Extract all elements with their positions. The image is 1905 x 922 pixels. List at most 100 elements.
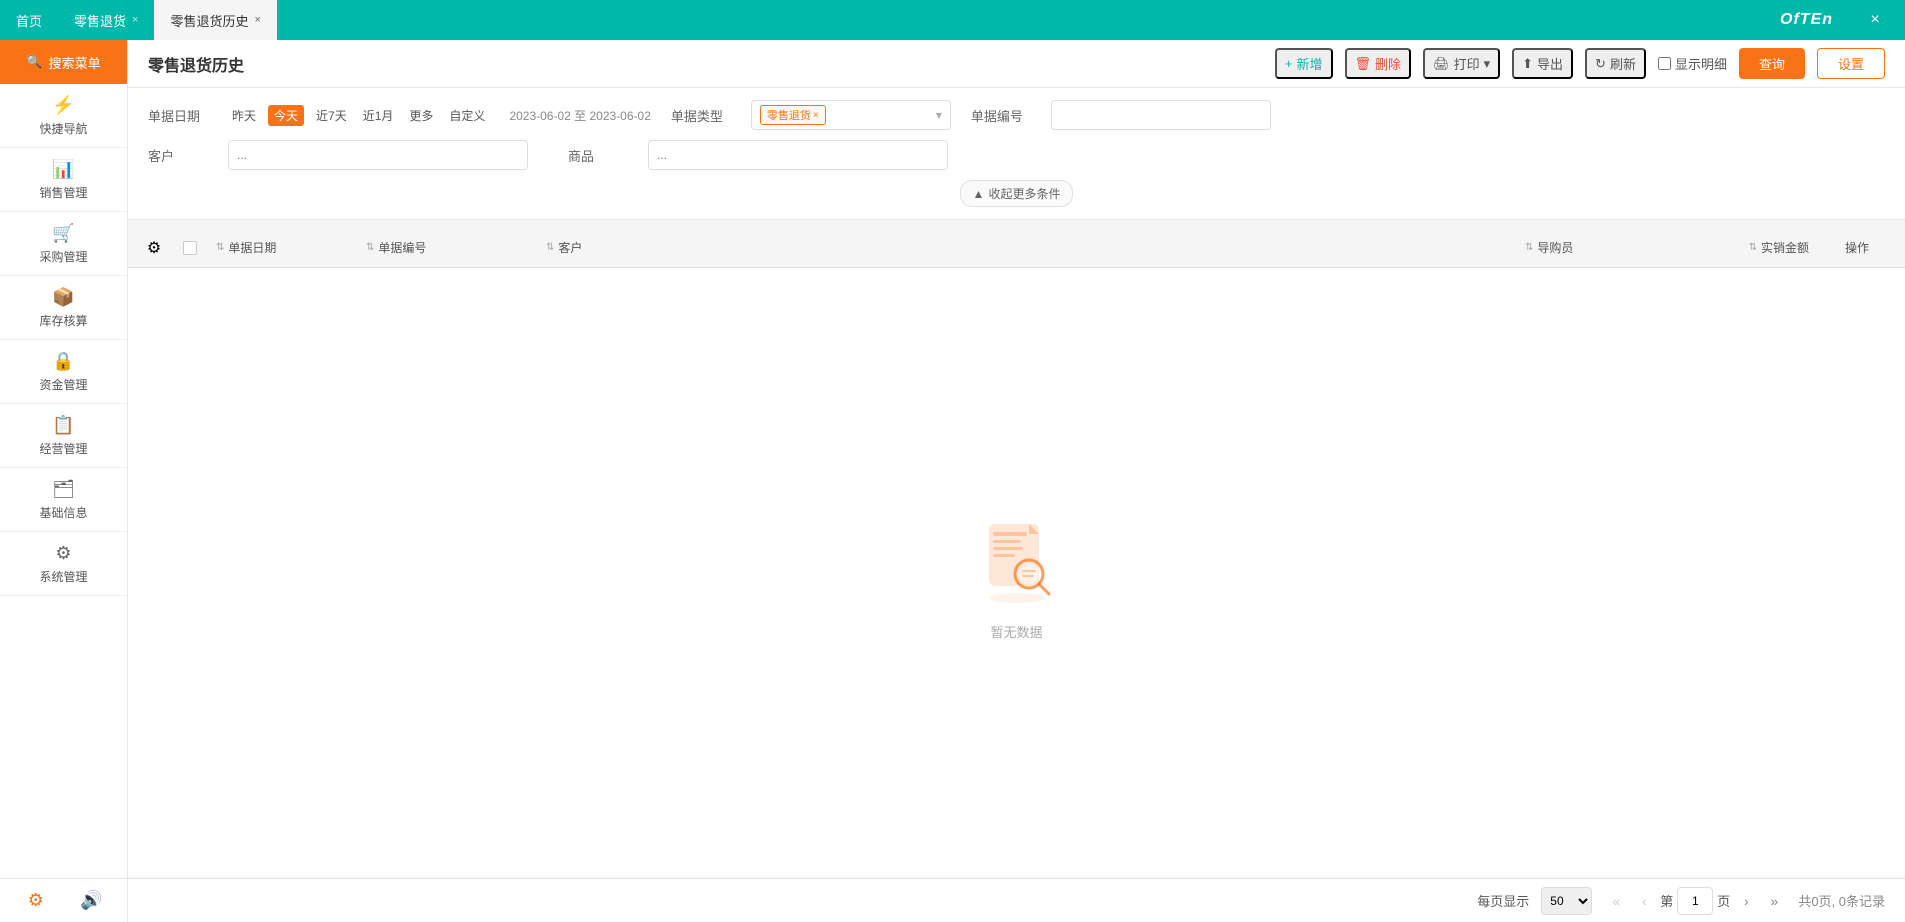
print-button[interactable]: 🖨 打印 ▾ (1423, 48, 1500, 79)
tab-retail-return[interactable]: 零售退货 × (58, 0, 154, 40)
print-icon: 🖨 (1433, 56, 1450, 72)
col-customer-sort-icon: ⇅ (546, 242, 554, 253)
sound-icon: 🔊 (80, 890, 102, 911)
print-label: 打印 (1454, 54, 1480, 73)
per-page-select[interactable]: 50 10 20 100 (1541, 887, 1592, 915)
table-settings-button[interactable]: ⚙ (136, 238, 172, 258)
capital-icon: 🔒 (52, 351, 74, 372)
date-opt-yesterday[interactable]: 昨天 (228, 105, 260, 126)
basic-info-icon: 🗂 (52, 479, 75, 500)
date-opt-last7[interactable]: 近7天 (312, 105, 351, 126)
tab-retail-return-history-close[interactable]: × (254, 14, 260, 26)
top-bar: 首页 零售退货 × 零售退货历史 × OfTEn × (0, 0, 1905, 40)
pagination-controls: « ‹ 第 页 › » (1604, 887, 1786, 915)
date-opt-last1m[interactable]: 近1月 (359, 105, 398, 126)
sidebar-gear-button[interactable]: ⚙ (20, 885, 52, 917)
bill-type-tag: 零售退货 × (760, 105, 826, 125)
bill-type-remove-icon[interactable]: × (813, 110, 819, 121)
page-last-button[interactable]: » (1762, 889, 1786, 913)
refresh-button[interactable]: ↻ 刷新 (1585, 48, 1646, 79)
print-arrow-icon: ▾ (1484, 56, 1491, 72)
show-detail-label: 显示明细 (1658, 54, 1727, 73)
customer-label: 客户 (148, 146, 208, 165)
table-header: ⚙ ⇅ 单据日期 ⇅ 单据编号 ⇅ 客户 ⇅ (128, 228, 1905, 268)
sidebar-item-capital-label: 资金管理 (39, 376, 87, 393)
sidebar-item-system[interactable]: ⚙ 系统管理 (0, 532, 127, 596)
per-page-label: 每页显示 (1477, 891, 1529, 910)
sidebar-item-purchase-mgmt[interactable]: 🛒 采购管理 (0, 212, 127, 276)
tab-home[interactable]: 首页 (0, 0, 58, 40)
search-icon: 🔍 (26, 54, 42, 70)
new-button[interactable]: + 新增 (1275, 48, 1333, 79)
bill-date-label: 单据日期 (148, 106, 208, 125)
delete-button[interactable]: 🗑 删除 (1345, 48, 1412, 79)
page-first-button[interactable]: « (1604, 889, 1628, 913)
goods-label: 商品 (568, 146, 628, 165)
table-footer: 每页显示 50 10 20 100 « ‹ 第 页 › » 共0页, 0条记录 (128, 878, 1905, 922)
date-opt-custom[interactable]: 自定义 (445, 105, 489, 126)
col-guide[interactable]: ⇅ 导购员 (1517, 239, 1677, 256)
bill-type-selector[interactable]: 零售退货 × ▾ (751, 100, 951, 130)
sidebar-item-sales-mgmt[interactable]: 📊 销售管理 (0, 148, 127, 212)
sidebar-item-basic-info-label: 基础信息 (39, 504, 87, 521)
sidebar-item-inventory-label: 库存核算 (39, 312, 87, 329)
page-next-button[interactable]: › (1734, 889, 1758, 913)
sidebar: 🔍 搜索菜单 ⚡ 快捷导航 📊 销售管理 🛒 采购管理 📦 库存核算 🔒 (0, 40, 128, 922)
sidebar-item-purchase-mgmt-label: 采购管理 (39, 248, 87, 265)
col-bill-no[interactable]: ⇅ 单据编号 (358, 239, 538, 256)
goods-input[interactable] (648, 140, 948, 170)
bill-no-label: 单据编号 (971, 106, 1031, 125)
page-total: 共0页, 0条记录 (1798, 891, 1885, 910)
page-prev-button[interactable]: ‹ (1632, 889, 1656, 913)
show-detail-text: 显示明细 (1675, 54, 1727, 73)
show-detail-checkbox[interactable] (1658, 57, 1671, 70)
query-button[interactable]: 查询 (1739, 48, 1805, 79)
sidebar-item-business-label: 经营管理 (39, 440, 87, 457)
close-window-button[interactable]: × (1861, 6, 1889, 34)
new-label: 新增 (1297, 54, 1323, 73)
export-button[interactable]: ⬆ 导出 (1512, 48, 1573, 79)
sidebar-item-quick-nav[interactable]: ⚡ 快捷导航 (0, 84, 127, 148)
filter-area: 单据日期 昨天 今天 近7天 近1月 更多 自定义 2023-06-02 至 2… (128, 88, 1905, 220)
sidebar-sound-button[interactable]: 🔊 (75, 885, 107, 917)
table-settings-icon: ⚙ (147, 238, 161, 258)
customer-input[interactable] (228, 140, 528, 170)
table-body: 暂无数据 (128, 268, 1905, 878)
tab-retail-return-history[interactable]: 零售退货历史 × (154, 0, 276, 40)
sidebar-menu: ⚡ 快捷导航 📊 销售管理 🛒 采购管理 📦 库存核算 🔒 资金管理 📋 (0, 84, 127, 878)
bill-no-input[interactable] (1051, 100, 1271, 130)
col-amount-sort-icon: ⇅ (1749, 242, 1757, 253)
col-guide-sort-icon: ⇅ (1525, 242, 1533, 253)
col-amount[interactable]: ⇅ 实销金额 (1677, 239, 1817, 256)
date-opt-today[interactable]: 今天 (268, 105, 304, 126)
gear-icon: ⚙ (28, 890, 44, 911)
date-options: 昨天 今天 近7天 近1月 更多 自定义 (228, 105, 489, 126)
date-opt-more[interactable]: 更多 (405, 105, 437, 126)
main-layout: 🔍 搜索菜单 ⚡ 快捷导航 📊 销售管理 🛒 采购管理 📦 库存核算 🔒 (0, 40, 1905, 922)
settings-button[interactable]: 设置 (1817, 48, 1885, 79)
sales-mgmt-icon: 📊 (52, 159, 74, 180)
sidebar-item-capital[interactable]: 🔒 资金管理 (0, 340, 127, 404)
col-bill-date[interactable]: ⇅ 单据日期 (208, 239, 358, 256)
sidebar-item-basic-info[interactable]: 🗂 基础信息 (0, 468, 127, 532)
page-input[interactable] (1677, 887, 1713, 915)
sidebar-search-button[interactable]: 🔍 搜索菜单 (0, 40, 127, 84)
empty-illustration (967, 506, 1067, 606)
collapse-button[interactable]: ▲ 收起更多条件 (960, 180, 1074, 207)
topbar-right: OfTEn × (1764, 3, 1905, 37)
refresh-icon: ↻ (1595, 56, 1606, 72)
sidebar-item-inventory[interactable]: 📦 库存核算 (0, 276, 127, 340)
purchase-mgmt-icon: 🛒 (52, 223, 74, 244)
table-select-all[interactable] (172, 241, 208, 255)
export-label: 导出 (1537, 54, 1563, 73)
sidebar-item-sales-mgmt-label: 销售管理 (39, 184, 87, 201)
tab-retail-return-close[interactable]: × (132, 14, 138, 26)
col-customer[interactable]: ⇅ 客户 (538, 239, 1517, 256)
collapse-icon: ▲ (973, 187, 985, 201)
col-customer-label: 客户 (558, 239, 582, 256)
col-op: 操作 (1817, 239, 1897, 256)
select-all-checkbox[interactable] (183, 241, 197, 255)
col-guide-label: 导购员 (1537, 239, 1573, 256)
table-area: ⚙ ⇅ 单据日期 ⇅ 单据编号 ⇅ 客户 ⇅ (128, 228, 1905, 922)
sidebar-item-business[interactable]: 📋 经营管理 (0, 404, 127, 468)
